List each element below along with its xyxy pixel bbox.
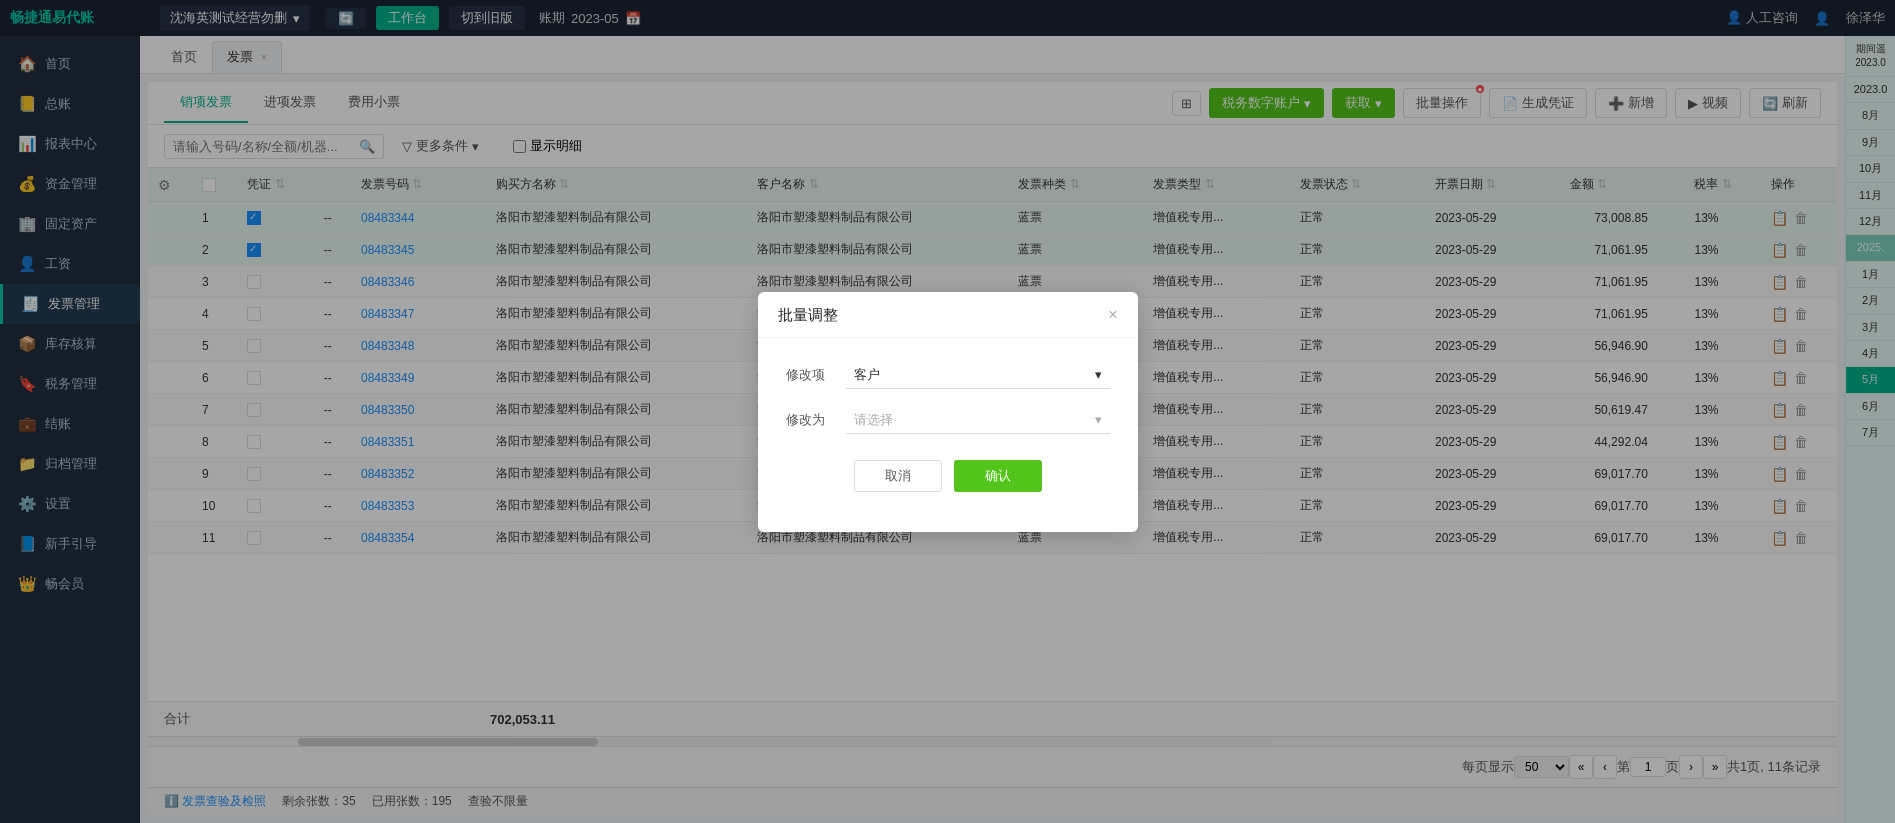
chevron-down-icon: ▾ (1095, 412, 1102, 427)
modify-item-row: 修改项 客户 ▾ (786, 362, 1110, 389)
dialog-footer: 取消 确认 (786, 452, 1110, 512)
chevron-down-icon: ▾ (1095, 367, 1102, 382)
modify-to-label: 修改为 (786, 411, 846, 429)
dialog-body: 修改项 客户 ▾ 修改为 请选择 ▾ 取消 确认 (758, 338, 1138, 532)
modify-to-select[interactable]: 请选择 ▾ (846, 407, 1110, 434)
dialog-header: 批量调整 × (758, 292, 1138, 338)
dialog-close-btn[interactable]: × (1108, 306, 1117, 324)
confirm-btn[interactable]: 确认 (954, 460, 1042, 492)
modify-to-placeholder: 请选择 (854, 411, 893, 429)
dialog-overlay: 批量调整 × 修改项 客户 ▾ 修改为 请选择 ▾ 取消 确认 (0, 0, 1895, 823)
modify-item-label: 修改项 (786, 366, 846, 384)
dialog-title: 批量调整 (778, 306, 838, 325)
modify-to-row: 修改为 请选择 ▾ (786, 407, 1110, 434)
modify-item-select[interactable]: 客户 ▾ (846, 362, 1110, 389)
modify-item-value: 客户 (854, 366, 880, 384)
batch-adjust-dialog: 批量调整 × 修改项 客户 ▾ 修改为 请选择 ▾ 取消 确认 (758, 292, 1138, 532)
cancel-btn[interactable]: 取消 (854, 460, 942, 492)
